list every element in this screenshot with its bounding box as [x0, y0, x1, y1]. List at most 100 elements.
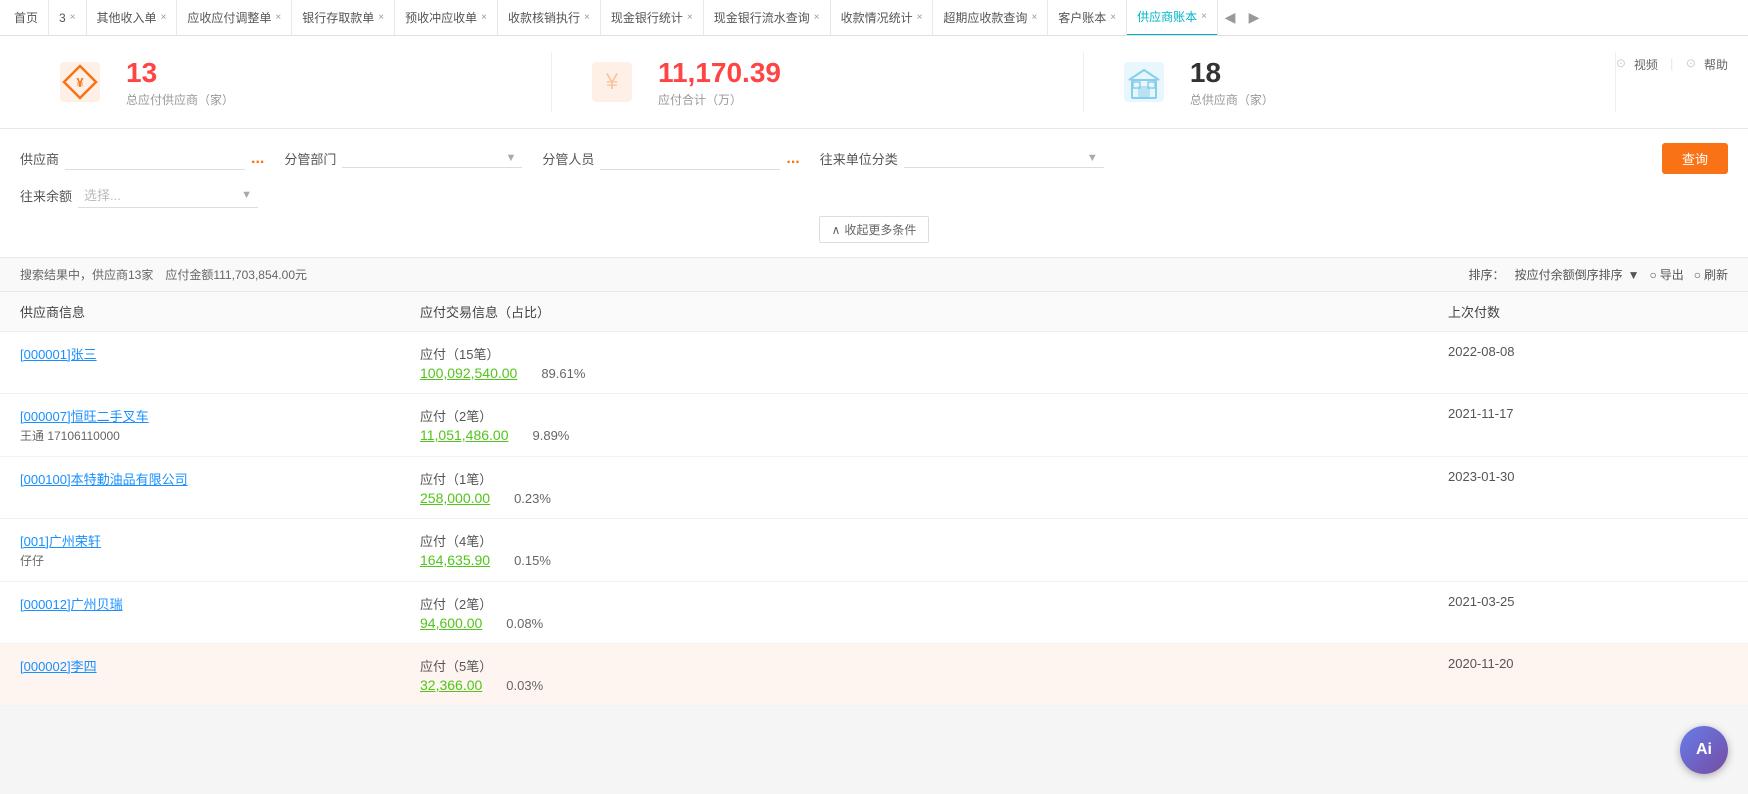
payable-row: 100,092,540.00 89.61%: [420, 365, 1448, 381]
category-filter-label: 往来单位分类: [820, 149, 898, 168]
balance-filter-select[interactable]: 选择... ▼: [78, 182, 258, 208]
supplier-link[interactable]: [001]广州荣轩: [20, 534, 101, 549]
close-icon[interactable]: ×: [814, 12, 820, 23]
help-link[interactable]: 帮助: [1704, 56, 1728, 73]
circle-icon: ⊙: [1616, 56, 1626, 70]
col-header-supplier: 供应商信息: [20, 302, 420, 321]
chevron-down-icon: ▼: [505, 152, 516, 164]
last-pay-cell: 2022-08-08: [1448, 344, 1728, 359]
close-icon[interactable]: ×: [1201, 11, 1207, 22]
supplier-info-cell: [000100]本特勤油品有限公司: [20, 469, 420, 488]
supplier-filter-label: 供应商: [20, 149, 59, 168]
payable-amount[interactable]: 32,366.00: [420, 677, 482, 693]
supplier-link[interactable]: [000001]张三: [20, 347, 97, 362]
close-icon[interactable]: ×: [1031, 12, 1037, 23]
nav-tab-bank-deposit[interactable]: 银行存取款单 ×: [292, 0, 395, 36]
supplier-info-cell: [000012]广州贝瑞: [20, 594, 420, 613]
summary-total-text: 11,170.39 应付合计（万）: [658, 56, 781, 109]
result-text2: 应付金额111,703,854.00元: [165, 266, 307, 283]
close-icon[interactable]: ×: [917, 12, 923, 23]
nav-tab-receipt-stat[interactable]: 收款情况统计 ×: [831, 0, 934, 36]
supplier-info-cell: [000002]李四: [20, 656, 420, 675]
payable-percent: 0.08%: [506, 616, 543, 631]
payable-amount[interactable]: 94,600.00: [420, 615, 482, 631]
dept-filter-select[interactable]: ▼: [342, 149, 522, 168]
table-row: [000100]本特勤油品有限公司 应付（1笔） 258,000.00 0.23…: [0, 457, 1748, 519]
col-header-payable: 应付交易信息（占比）: [420, 302, 1448, 321]
payable-amount[interactable]: 11,051,486.00: [420, 427, 509, 443]
summary-payable-text: 13 总应付供应商（家）: [126, 56, 234, 109]
table-row: [000001]张三 应付（15笔） 100,092,540.00 89.61%…: [0, 332, 1748, 394]
dept-filter-label: 分管部门: [284, 149, 336, 168]
nav-tab-overdue-query[interactable]: 超期应收款查询 ×: [933, 0, 1048, 36]
svg-text:¥: ¥: [605, 69, 619, 94]
nav-tab-home[interactable]: 首页: [4, 0, 49, 36]
close-icon[interactable]: ×: [1110, 12, 1116, 23]
circle-icon2: ⊙: [1686, 56, 1696, 70]
nav-prev-arrow[interactable]: ◀: [1218, 0, 1242, 36]
data-table: 供应商信息 应付交易信息（占比） 上次付数 [000001]张三 应付（15笔）…: [0, 292, 1748, 706]
supplier-sub: 王通 17106110000: [20, 427, 420, 444]
payable-suppliers-count: 13: [126, 56, 234, 90]
payable-amount[interactable]: 164,635.90: [420, 552, 490, 568]
payable-details: 应付（15笔） 100,092,540.00 89.61%: [420, 344, 1448, 381]
last-pay-cell: 2023-01-30: [1448, 469, 1728, 484]
supplier-link[interactable]: [000012]广州贝瑞: [20, 597, 123, 612]
supplier-sub: 仔仔: [20, 552, 420, 569]
nav-tab-customer-ledger[interactable]: 客户账本 ×: [1048, 0, 1127, 36]
close-icon[interactable]: ×: [161, 12, 167, 23]
payable-label: 应付（4笔）: [420, 531, 1448, 550]
last-pay-cell: 2021-03-25: [1448, 594, 1728, 609]
export-button[interactable]: ○ 导出: [1649, 266, 1683, 283]
nav-tab-pre-receive[interactable]: 预收冲应收单 ×: [395, 0, 498, 36]
last-pay-cell: 2020-11-20: [1448, 656, 1728, 671]
close-icon[interactable]: ×: [584, 12, 590, 23]
collapse-button[interactable]: ∧ 收起更多条件: [819, 216, 930, 243]
sort-select[interactable]: 按应付余额倒序排序 ▼: [1515, 266, 1640, 283]
balance-filter-label: 往来余额: [20, 186, 72, 205]
refresh-button[interactable]: ○ 刷新: [1694, 266, 1728, 283]
person-filter-label: 分管人员: [542, 149, 594, 168]
summary-section: ¥ 13 总应付供应商（家） ¥ 11,170.39 应付合计（万）: [0, 36, 1748, 129]
query-button[interactable]: 查询: [1662, 143, 1728, 174]
supplier-ellipsis-btn[interactable]: ...: [251, 150, 264, 168]
payable-info-cell: 应付（15笔） 100,092,540.00 89.61%: [420, 344, 1448, 381]
person-ellipsis-btn[interactable]: ...: [786, 150, 799, 168]
payable-row: 164,635.90 0.15%: [420, 552, 1448, 568]
payable-details: 应付（4笔） 164,635.90 0.15%: [420, 531, 1448, 568]
nav-tab-3[interactable]: 3 ×: [49, 0, 87, 36]
refresh-icon: ○: [1694, 268, 1701, 282]
nav-tab-cash-bank-stat[interactable]: 现金银行统计 ×: [601, 0, 704, 36]
close-icon[interactable]: ×: [70, 12, 76, 23]
svg-text:¥: ¥: [76, 75, 84, 90]
payable-suppliers-label: 总应付供应商（家）: [126, 91, 234, 108]
supplier-filter-input[interactable]: [65, 148, 245, 170]
export-icon: ○: [1649, 268, 1656, 282]
table-row: [000002]李四 应付（5笔） 32,366.00 0.03% 2020-1…: [0, 644, 1748, 706]
category-filter-select[interactable]: ▼: [904, 149, 1104, 168]
supplier-link[interactable]: [000100]本特勤油品有限公司: [20, 472, 188, 487]
close-icon[interactable]: ×: [275, 12, 281, 23]
nav-tab-cash-flow-query[interactable]: 现金银行流水查询 ×: [704, 0, 831, 36]
nav-tab-supplier-ledger[interactable]: 供应商账本 ×: [1127, 0, 1218, 36]
top-right-links: ⊙ 视频 ｜ ⊙ 帮助: [1616, 52, 1728, 112]
close-icon[interactable]: ×: [481, 12, 487, 23]
nav-next-arrow[interactable]: ▶: [1242, 0, 1266, 36]
close-icon[interactable]: ×: [378, 12, 384, 23]
supplier-link[interactable]: [000002]李四: [20, 659, 97, 674]
close-icon[interactable]: ×: [687, 12, 693, 23]
payable-amount[interactable]: 100,092,540.00: [420, 365, 517, 381]
nav-tab-receipt-verify[interactable]: 收款核销执行 ×: [498, 0, 601, 36]
payable-amount[interactable]: 258,000.00: [420, 490, 490, 506]
supplier-link[interactable]: [000007]恒旺二手叉车: [20, 409, 149, 424]
summary-total-supplier-text: 18 总供应商（家）: [1190, 56, 1274, 109]
payable-total-label: 应付合计（万）: [658, 91, 781, 108]
person-filter-input[interactable]: [600, 148, 780, 170]
nav-tab-ar-ap-adjust[interactable]: 应收应付调整单 ×: [177, 0, 292, 36]
last-pay-date: 2021-11-17: [1448, 406, 1514, 421]
payable-details: 应付（1笔） 258,000.00 0.23%: [420, 469, 1448, 506]
video-link[interactable]: 视频: [1634, 56, 1658, 73]
filter-section: 供应商 ... 分管部门 ▼ 分管人员 ... 往来单位分类 ▼ 查询: [0, 129, 1748, 258]
ai-badge[interactable]: Ai: [1680, 726, 1728, 774]
nav-tab-other-income[interactable]: 其他收入单 ×: [87, 0, 178, 36]
